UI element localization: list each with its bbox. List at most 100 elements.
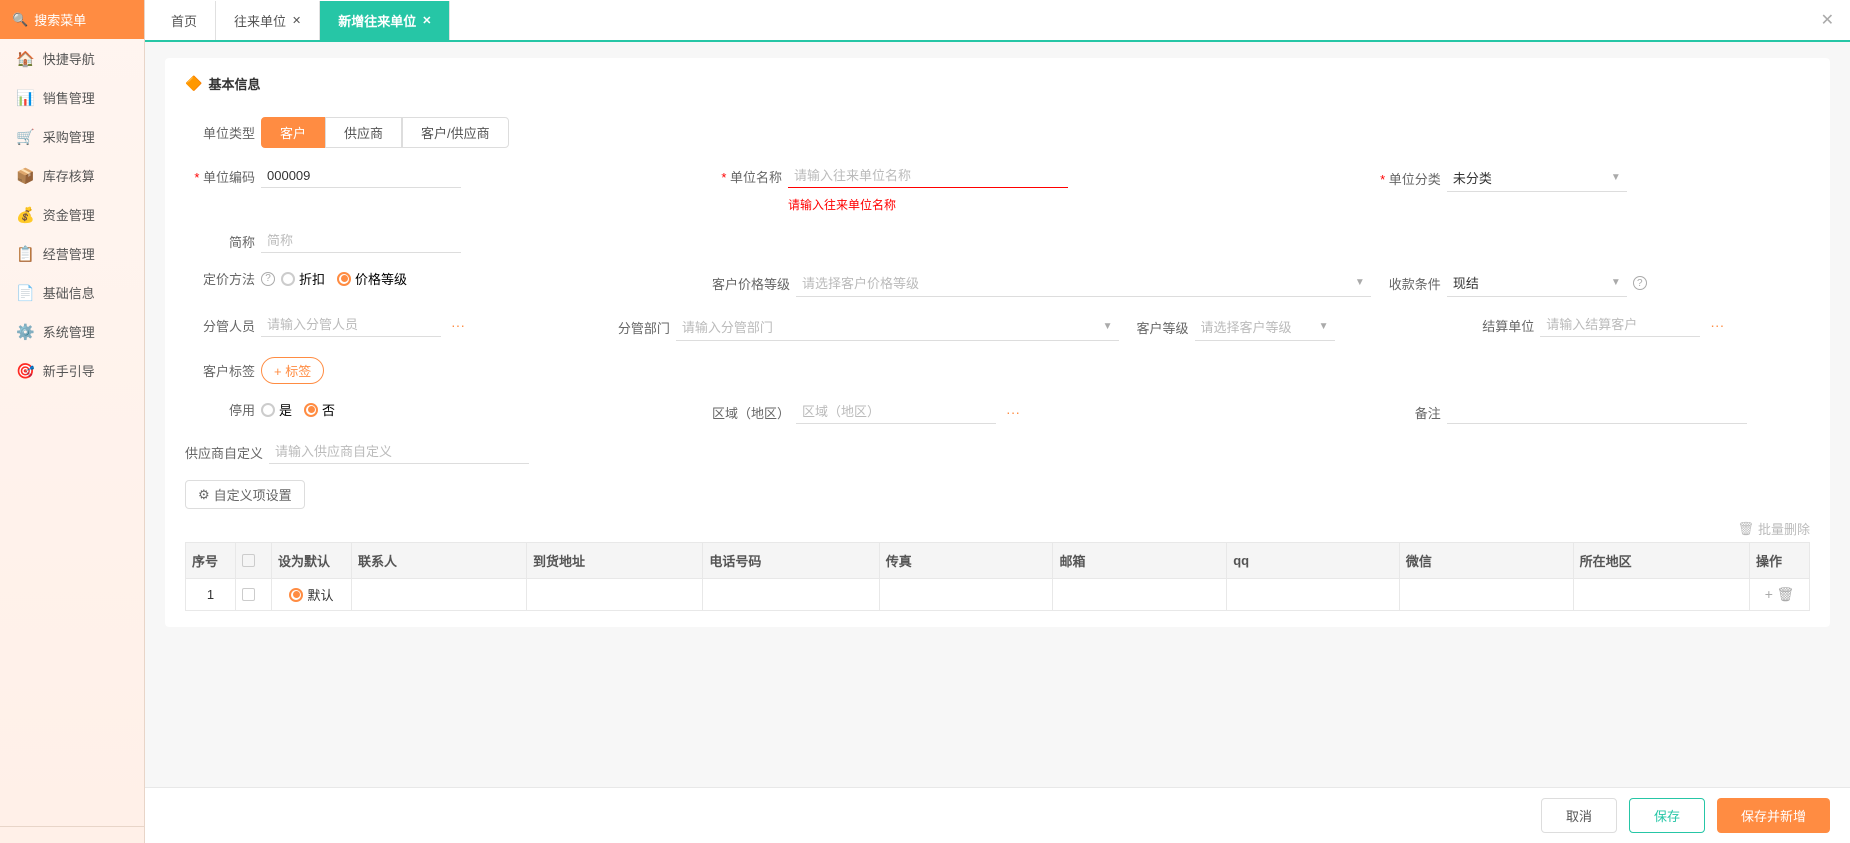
basic-info-card: 🔶 基本信息 单位类型 客户 供应商 客户/供应商 单位编码	[165, 58, 1830, 627]
add-row-button[interactable]: +	[1765, 586, 1773, 602]
disabled-row: 停用 是 否 区域（地区） ···	[185, 400, 1810, 424]
search-menu-button[interactable]: 🔍 搜索菜单	[0, 0, 144, 39]
seq-cell: 1	[186, 579, 236, 611]
wechat-input[interactable]	[1406, 587, 1567, 602]
tab-new-counterpart[interactable]: 新增往来单位 ✕	[320, 1, 450, 40]
table-header: 序号设为默认联系人到货地址电话号码传真邮箱qq微信所在地区操作	[186, 543, 1810, 579]
region-input[interactable]	[796, 400, 996, 424]
unit-name-input[interactable]	[788, 164, 1068, 188]
qq-input[interactable]	[1233, 587, 1393, 602]
search-menu-label: 搜索菜单	[34, 10, 86, 29]
pricing-discount-label: 折扣	[299, 269, 325, 288]
unit-code-input[interactable]	[261, 164, 461, 188]
region-ellipsis-button[interactable]: ···	[1002, 404, 1024, 420]
footer: 取消 保存 保存并新增	[145, 787, 1850, 843]
disabled-no-radio[interactable]: 否	[304, 400, 335, 419]
pricing-method-label: 定价方法	[185, 269, 255, 288]
sidebar-label-sales: 销售管理	[43, 88, 95, 107]
row-region-input[interactable]	[1580, 587, 1743, 602]
row-checkbox[interactable]	[242, 588, 255, 601]
cancel-button[interactable]: 取消	[1541, 798, 1617, 833]
pricing-discount-radio[interactable]: 折扣	[281, 269, 325, 288]
customer-level-select[interactable]: 请选择客户等级 ▼	[1195, 313, 1335, 341]
unit-type-label: 单位类型	[185, 123, 255, 142]
pricing-price-level-radio[interactable]: 价格等级	[337, 269, 407, 288]
tab-counterpart[interactable]: 往来单位 ✕	[216, 1, 320, 40]
payment-terms-select[interactable]: 现结 ▼	[1447, 269, 1627, 297]
table-header-8: qq	[1227, 543, 1400, 579]
address-input[interactable]	[533, 587, 696, 602]
sidebar-label-operations: 经营管理	[43, 244, 95, 263]
customer-price-level-select[interactable]: 请选择客户价格等级 ▼	[796, 269, 1371, 297]
abbr-input[interactable]	[261, 229, 461, 253]
unit-category-select[interactable]: 未分类 ▼	[1447, 164, 1627, 192]
tab-new-counterpart-close[interactable]: ✕	[422, 14, 431, 27]
table-header-4: 到货地址	[527, 543, 703, 579]
default-radio[interactable]: 默认	[278, 585, 345, 604]
pricing-method-help-icon[interactable]: ?	[261, 272, 275, 286]
table-header-5: 电话号码	[703, 543, 879, 579]
sidebar-item-quick-nav[interactable]: 🏠快捷导航	[0, 39, 144, 78]
save-new-button[interactable]: 保存并新增	[1717, 798, 1830, 833]
email-input[interactable]	[1059, 587, 1220, 602]
customer-level-placeholder: 请选择客户等级	[1201, 317, 1315, 336]
department-group: 分管部门 请输入分管部门 ▼	[600, 313, 1119, 341]
unit-btn-customer[interactable]: 客户	[261, 117, 325, 148]
sidebar-item-guide[interactable]: 🎯新手引导	[0, 351, 144, 390]
address-cell	[527, 579, 703, 611]
del-row-button[interactable]: 🗑	[1777, 586, 1795, 603]
abbr-row: 简称	[185, 229, 1810, 253]
phone-input[interactable]	[709, 587, 872, 602]
fax-input[interactable]	[886, 587, 1047, 602]
add-tag-button[interactable]: + 标签	[261, 357, 324, 384]
department-chevron-icon: ▼	[1103, 321, 1113, 332]
customer-price-level-chevron-icon: ▼	[1355, 277, 1365, 288]
unit-category-group: 单位分类 未分类 ▼	[1371, 164, 1810, 192]
department-select[interactable]: 请输入分管部门 ▼	[676, 313, 1119, 341]
manager-input[interactable]	[261, 313, 441, 337]
custom-settings-button[interactable]: ⚙ 自定义项设置	[185, 480, 305, 509]
sidebar-item-system[interactable]: ⚙️系统管理	[0, 312, 144, 351]
disabled-yes-label: 是	[279, 400, 292, 419]
disabled-group: 停用 是 否	[185, 400, 712, 419]
sidebar-item-basic-info[interactable]: 📄基础信息	[0, 273, 144, 312]
sidebar-label-purchase: 采购管理	[43, 127, 95, 146]
tab-counterpart-close[interactable]: ✕	[292, 14, 301, 27]
sidebar-item-inventory[interactable]: 📦库存核算	[0, 156, 144, 195]
customer-price-level-label: 客户价格等级	[712, 274, 790, 293]
sidebar-item-sales[interactable]: 📊 销售管理	[0, 78, 144, 117]
unit-type-group: 单位类型 客户 供应商 客户/供应商	[185, 117, 1810, 148]
sidebar-item-purchase[interactable]: 🛒采购管理	[0, 117, 144, 156]
table-row: 1 默认	[186, 579, 1810, 611]
sidebar-item-finance[interactable]: 💰资金管理	[0, 195, 144, 234]
unit-btn-both[interactable]: 客户/供应商	[402, 117, 509, 148]
tabs-bar: 首页 往来单位 ✕ 新增往来单位 ✕ ✕	[145, 0, 1850, 42]
fax-cell	[879, 579, 1053, 611]
supplier-custom-input[interactable]	[269, 440, 529, 464]
unit-btn-supplier[interactable]: 供应商	[325, 117, 402, 148]
customer-level-group: 客户等级 请选择客户等级 ▼	[1119, 313, 1465, 341]
remark-input[interactable]	[1447, 400, 1747, 424]
unit-type-row: 单位类型 客户 供应商 客户/供应商	[185, 117, 1810, 148]
sidebar-item-operations[interactable]: 📋经营管理	[0, 234, 144, 273]
settlement-unit-input[interactable]	[1540, 313, 1700, 337]
close-all-tabs-button[interactable]: ✕	[1813, 10, 1842, 30]
contact-table: 序号设为默认联系人到货地址电话号码传真邮箱qq微信所在地区操作 1 默认	[185, 542, 1810, 611]
manager-ellipsis-button[interactable]: ···	[447, 317, 469, 333]
settlement-ellipsis-button[interactable]: ···	[1706, 317, 1728, 333]
disabled-yes-radio[interactable]: 是	[261, 400, 292, 419]
sidebar-label-finance: 资金管理	[43, 205, 95, 224]
customer-level-label: 客户等级	[1119, 318, 1189, 337]
flag-icon: 🔶	[185, 75, 202, 92]
sidebar-icon-sales: 📊	[16, 89, 35, 107]
payment-terms-help-icon[interactable]: ?	[1633, 276, 1647, 290]
sidebar-icon-inventory: 📦	[16, 167, 35, 185]
header-checkbox[interactable]	[242, 554, 255, 567]
manager-label: 分管人员	[185, 316, 255, 335]
save-button[interactable]: 保存	[1629, 798, 1705, 833]
default-radio-label: 默认	[307, 585, 333, 604]
contact-input[interactable]	[358, 587, 520, 602]
tab-counterpart-label: 往来单位	[234, 11, 286, 30]
tab-home[interactable]: 首页	[153, 1, 216, 40]
unit-category-chevron-icon: ▼	[1611, 172, 1621, 183]
